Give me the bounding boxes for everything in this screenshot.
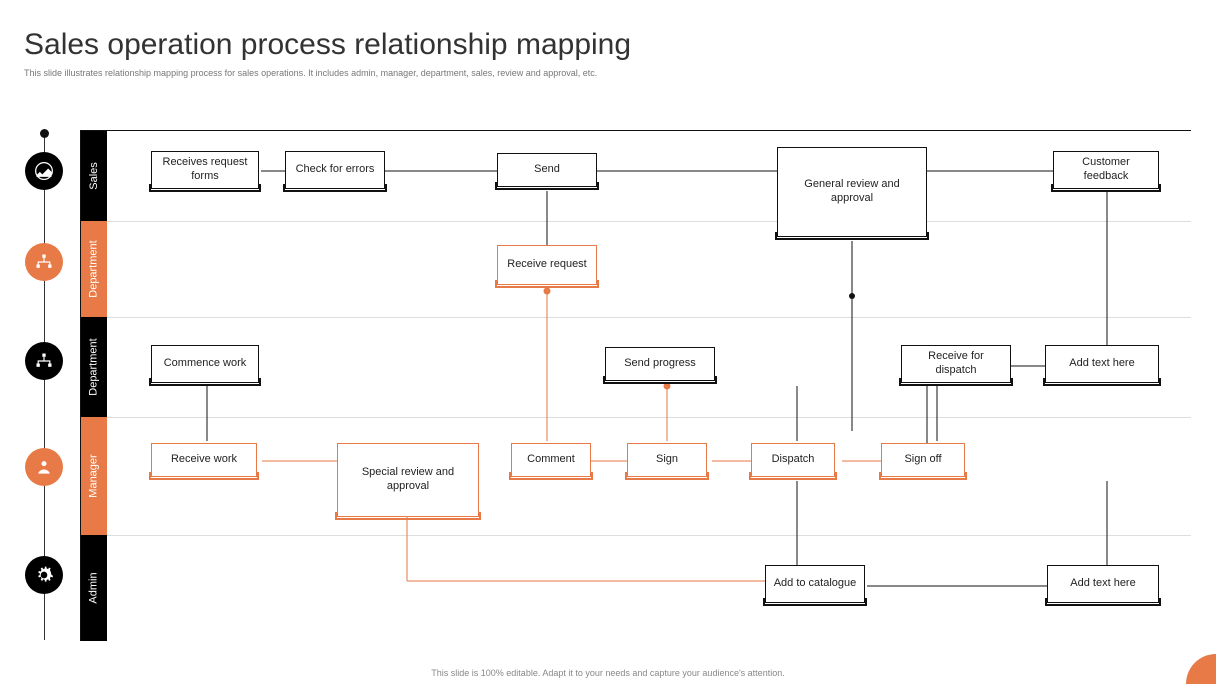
corner-accent [1186,654,1216,684]
lane-label-manager: Manager [81,417,107,535]
box-receive-work: Receive work [151,443,257,477]
box-special-review: Special review and approval [337,443,479,517]
box-send-progress: Send progress [605,347,715,381]
page-subtitle: This slide illustrates relationship mapp… [24,68,1192,78]
box-add-text-admin: Add text here [1047,565,1159,603]
box-receives-request-forms: Receives request forms [151,151,259,189]
box-add-text-dept: Add text here [1045,345,1159,383]
box-check-errors: Check for errors [285,151,385,189]
connector-lines [107,131,1191,641]
box-comment: Comment [511,443,591,477]
lane-icon-department-b [25,342,63,380]
lane-label-department-a: Department [81,221,107,317]
lane-icon-admin [25,556,63,594]
box-customer-feedback: Customer feedback [1053,151,1159,189]
box-receive-request: Receive request [497,245,597,285]
lane-icon-manager [25,448,63,486]
lane-icon-department-a [25,243,63,281]
lane-label-sales: Sales [81,131,107,221]
box-dispatch: Dispatch [751,443,835,477]
box-general-review: General review and approval [777,147,927,237]
box-sign-off: Sign off [881,443,965,477]
lane-icon-sales [25,152,63,190]
swimlane-canvas: Sales Department Department Manager Admi… [80,130,1191,641]
lane-label-admin: Admin [81,535,107,641]
box-send: Send [497,153,597,187]
lane-label-department-b: Department [81,317,107,417]
box-receive-dispatch: Receive for dispatch [901,345,1011,383]
footer-note: This slide is 100% editable. Adapt it to… [0,668,1216,678]
box-commence-work: Commence work [151,345,259,383]
box-add-catalogue: Add to catalogue [765,565,865,603]
box-sign: Sign [627,443,707,477]
page-title: Sales operation process relationship map… [24,28,1192,62]
